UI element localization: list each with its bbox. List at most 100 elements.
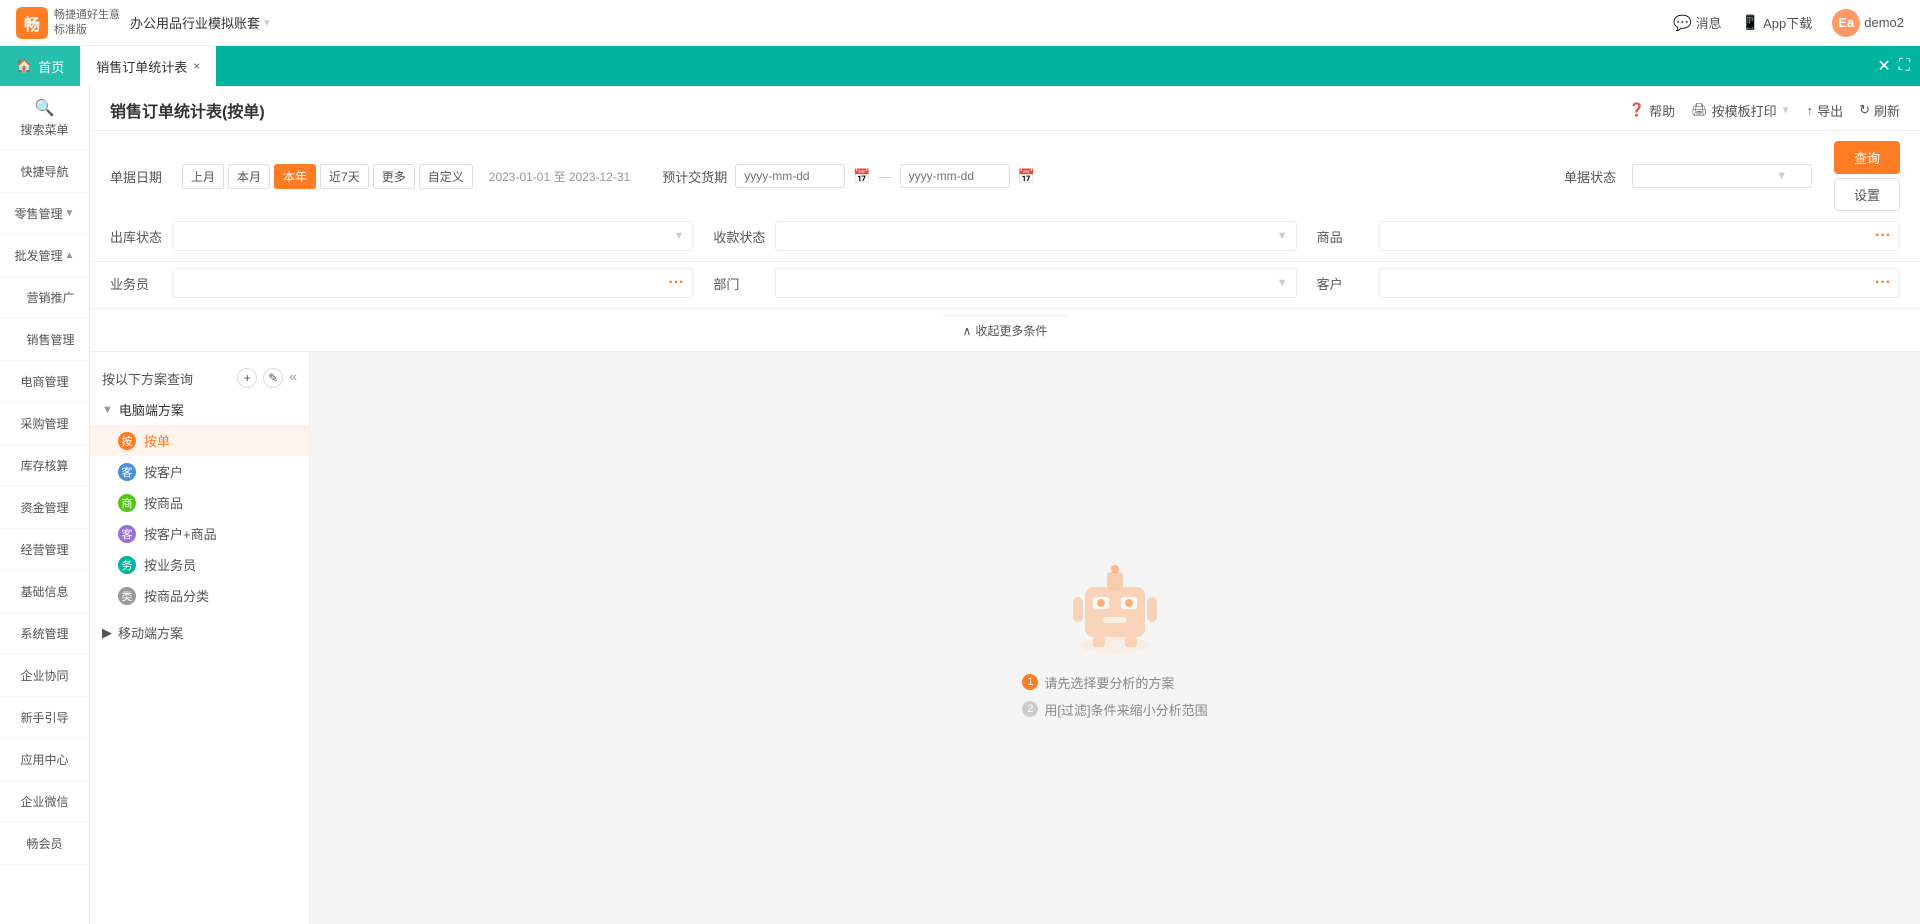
app-download-icon: 📱 [1742,14,1759,31]
customer-more-icon[interactable]: ··· [1875,275,1891,291]
date-tabs: 上月 本月 本年 近7天 更多 自定义 [182,164,473,189]
goods-group: 商品 ··· [1317,221,1900,251]
message-icon: 💬 [1673,14,1692,32]
payment-status-select[interactable]: ▼ [775,221,1296,251]
sidebar-item-wholesale[interactable]: 批发管理 ▲ [0,235,89,277]
sidebar: 🔍 搜索菜单 快捷导航 零售管理 ▼ 批发管理 ▲ 营销推广 销售管理 电商管理… [0,86,90,924]
tip-num-2: 2 [1022,701,1038,717]
sidebar-item-quick-nav[interactable]: 快捷导航 [0,151,89,193]
export-icon: ↑ [1807,103,1814,118]
collapse-label: 收起更多条件 [975,322,1047,339]
wholesale-expand-icon: ▲ [65,250,75,261]
date-tab-last-month[interactable]: 上月 [182,164,224,189]
sidebar-item-search[interactable]: 🔍 搜索菜单 [0,86,89,151]
home-icon: 🏠 [16,58,32,74]
order-status-select[interactable]: ▼ [1632,164,1812,188]
date-tab-custom[interactable]: 自定义 [419,164,473,189]
print-expand-icon: ▼ [1781,105,1791,116]
logo-area: 畅 畅捷通好生意 标准版 [16,7,120,39]
collapse-panel-btn[interactable]: « [289,368,297,388]
order-status-label: 单据状态 [1564,167,1624,186]
tab-sales-order[interactable]: 销售订单统计表 × [80,46,216,86]
sidebar-item-new-guide[interactable]: 新手引导 [0,697,89,739]
shipment-label: 出库状态 [110,227,166,246]
sidebar-item-ecommerce[interactable]: 电商管理 [0,361,89,403]
sidebar-item-marketing[interactable]: 营销推广 [0,277,89,319]
scheme-item-by-category[interactable]: 类 按商品分类 [90,580,309,611]
edit-icon: ✎ [268,371,278,385]
customer-input[interactable]: ··· [1379,268,1900,298]
scheme-icon-order: 按 [118,432,136,450]
window-expand-icon[interactable]: ⛶ [1899,57,1910,75]
app-download-btn[interactable]: 📱 App下载 [1742,13,1813,32]
pc-group-header[interactable]: ▼ 电脑端方案 [90,394,309,425]
refresh-icon: ↻ [1859,102,1870,118]
date-tab-more[interactable]: 更多 [373,164,415,189]
date-icon-1: 📅 [853,168,870,185]
scheme-item-by-goods[interactable]: 商 按商品 [90,487,309,518]
goods-more-icon[interactable]: ··· [1875,228,1891,244]
tab-home[interactable]: 🏠 首页 [0,46,80,86]
query-button[interactable]: 查询 [1834,141,1900,174]
expected-date-from-input[interactable] [735,164,845,188]
empty-illustration [1055,557,1175,657]
breadcrumb[interactable]: 办公用品行业模拟账套 ▾ [130,13,270,32]
salesperson-more-icon[interactable]: ··· [668,275,684,291]
settings-button[interactable]: 设置 [1834,178,1900,211]
sidebar-item-finance[interactable]: 资金管理 [0,487,89,529]
window-close-icon[interactable]: ✕ [1877,56,1890,76]
edit-scheme-btn[interactable]: ✎ [263,368,283,388]
expected-date-label: 预计交货期 [662,167,727,186]
breadcrumb-text: 办公用品行业模拟账套 [130,13,260,32]
date-tab-this-year[interactable]: 本年 [274,164,316,189]
sidebar-item-sales-mgmt[interactable]: 销售管理 [0,319,89,361]
user-avatar-area[interactable]: Ea demo2 [1832,9,1904,37]
top-header: 畅 畅捷通好生意 标准版 办公用品行业模拟账套 ▾ 💬 消息 📱 App下载 E… [0,0,1920,46]
content-body: 按以下方案查询 + ✎ « ▼ [90,352,1920,924]
tab-close-icon[interactable]: × [193,59,200,73]
filter-bar-row3: 业务员 ··· 部门 ▼ 客户 ··· [90,262,1920,309]
sidebar-item-retail[interactable]: 零售管理 ▼ [0,193,89,235]
sidebar-item-member[interactable]: 畅会员 [0,823,89,865]
main-content: 1 请先选择要分析的方案 2 用[过滤]条件来缩小分析范围 [310,352,1920,924]
scheme-item-by-order[interactable]: 按 按单 [90,425,309,456]
message-btn[interactable]: 💬 消息 [1673,13,1722,32]
sidebar-item-purchase[interactable]: 采购管理 [0,403,89,445]
goods-input[interactable]: ··· [1379,221,1900,251]
page-header: 销售订单统计表(按单) ❓ 帮助 🖨 按模板打印 ▼ ↑ 导出 ↻ 刷新 [90,86,1920,131]
export-btn[interactable]: ↑ 导出 [1807,101,1844,120]
scheme-item-by-customer-goods[interactable]: 客 按客户+商品 [90,518,309,549]
sidebar-item-enterprise-wechat[interactable]: 企业微信 [0,781,89,823]
dept-select[interactable]: ▼ [775,268,1296,298]
date-tab-this-month[interactable]: 本月 [228,164,270,189]
print-btn[interactable]: 🖨 按模板打印 ▼ [1691,101,1790,120]
page-actions: ❓ 帮助 🖨 按模板打印 ▼ ↑ 导出 ↻ 刷新 [1629,101,1900,120]
sidebar-item-basic-info[interactable]: 基础信息 [0,571,89,613]
scheme-item-by-salesperson[interactable]: 务 按业务员 [90,549,309,580]
left-panel-header: 按以下方案查询 + ✎ « [90,362,309,394]
date-tab-7days[interactable]: 近7天 [320,164,369,189]
status-select-arrow-icon: ▼ [1776,170,1787,182]
help-btn[interactable]: ❓ 帮助 [1629,101,1675,120]
scheme-item-by-customer[interactable]: 客 按客户 [90,456,309,487]
shipment-status-select[interactable]: ▼ [172,221,693,251]
add-icon: + [244,371,251,385]
sidebar-item-cooperation[interactable]: 企业协同 [0,655,89,697]
salesperson-input[interactable]: ··· [172,268,693,298]
sidebar-item-app-center[interactable]: 应用中心 [0,739,89,781]
collapse-btn[interactable]: ∧ 收起更多条件 [943,315,1068,345]
collapse-icon: ∧ [963,324,972,338]
sidebar-item-inventory[interactable]: 库存核算 [0,445,89,487]
empty-tips: 1 请先选择要分析的方案 2 用[过滤]条件来缩小分析范围 [1022,673,1207,719]
mobile-scheme-group: ▶ 移动端方案 [90,617,309,648]
nav-tabs: 🏠 首页 销售订单统计表 × ✕ ⛶ [0,46,1920,86]
avatar: Ea [1832,9,1860,37]
sidebar-item-sys-mgmt[interactable]: 系统管理 [0,613,89,655]
add-scheme-btn[interactable]: + [237,368,257,388]
print-icon: 🖨 [1691,102,1708,118]
sidebar-item-operations[interactable]: 经营管理 [0,529,89,571]
mobile-group-header[interactable]: ▶ 移动端方案 [90,617,309,648]
mobile-group-label: 移动端方案 [118,623,183,642]
expected-date-to-input[interactable] [900,164,1010,188]
refresh-btn[interactable]: ↻ 刷新 [1859,101,1900,120]
